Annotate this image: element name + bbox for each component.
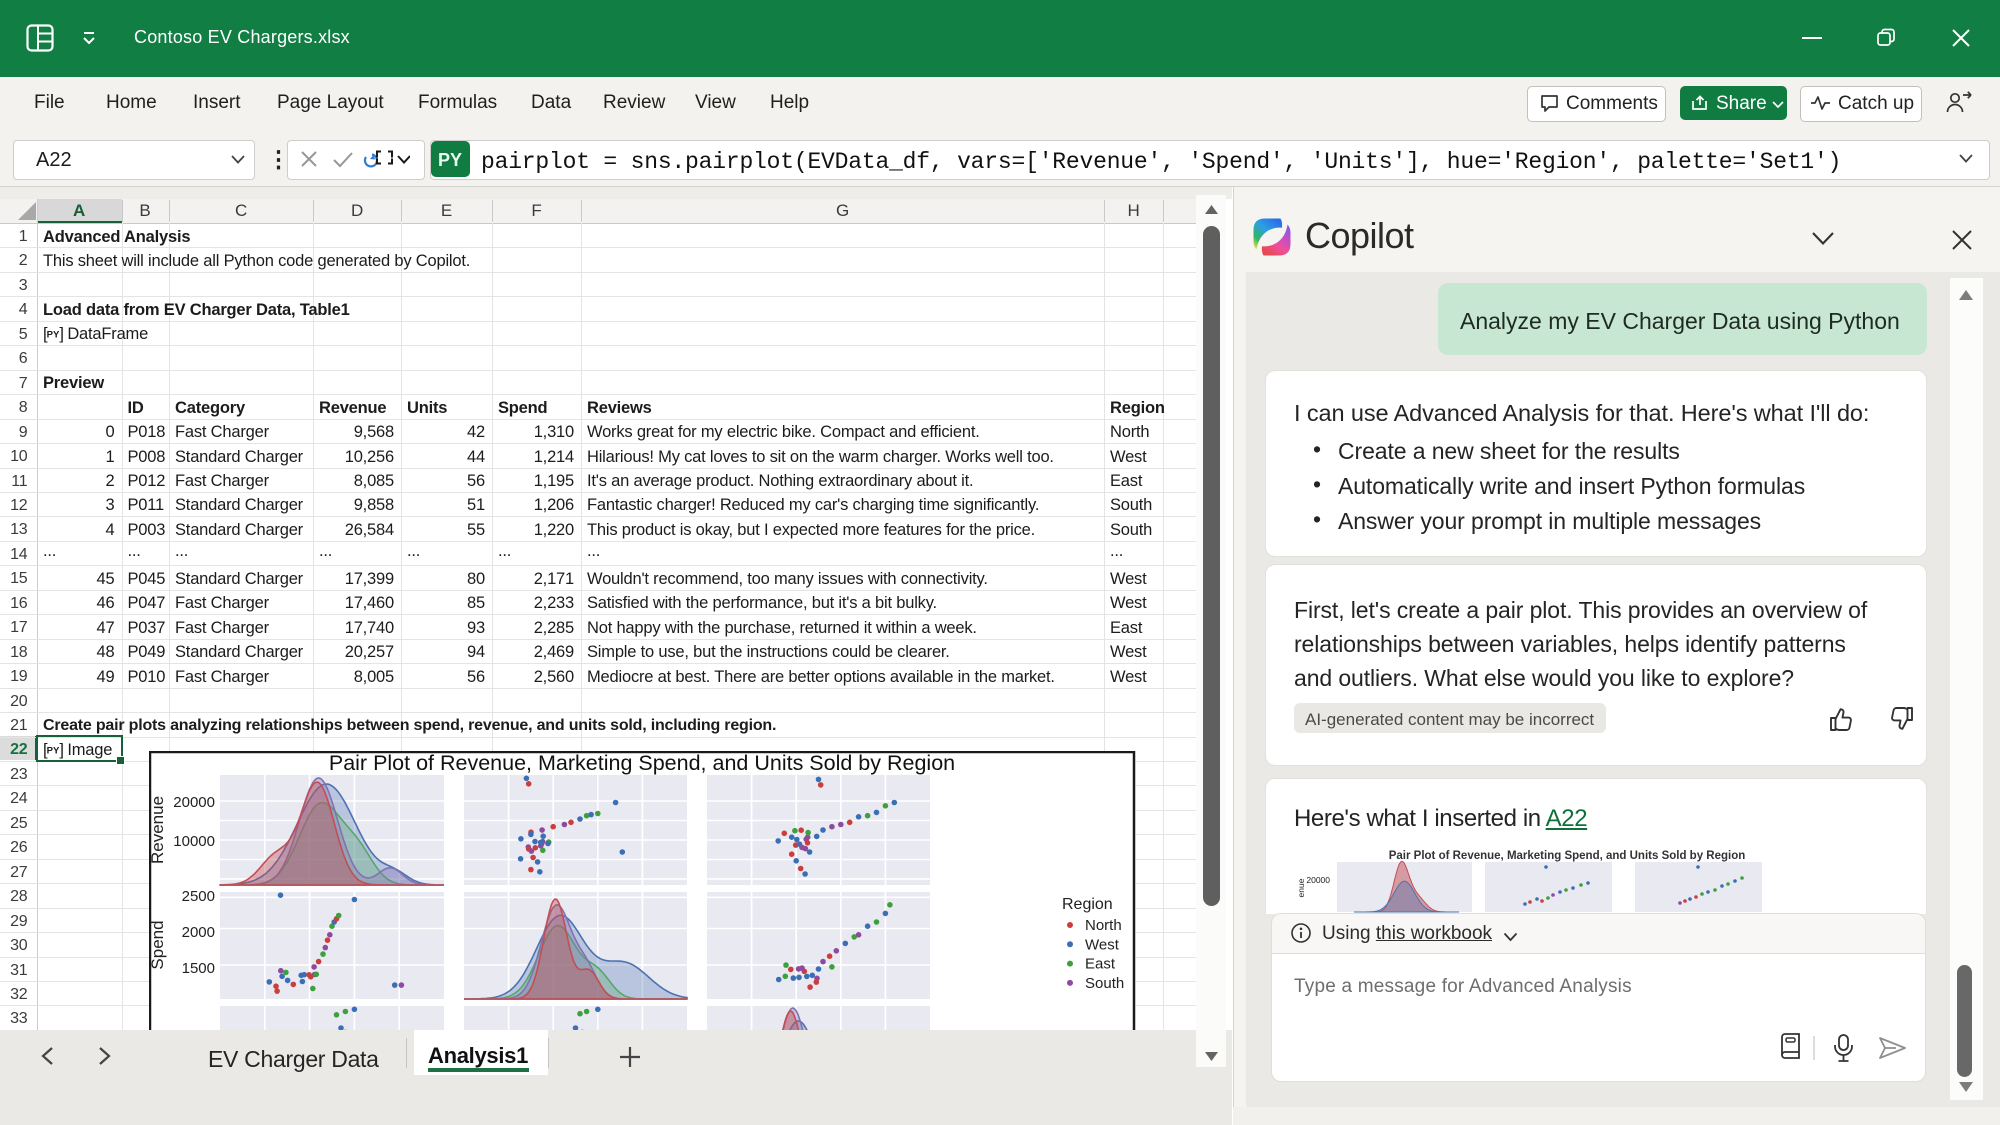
svg-text:Spend: Spend (149, 920, 167, 969)
svg-text:East: East (1085, 956, 1116, 973)
svg-text:West: West (1085, 936, 1120, 953)
svg-text:Pair Plot of Revenue, Marketin: Pair Plot of Revenue, Marketing Spend, a… (1389, 850, 1746, 862)
svg-text:2000: 2000 (182, 924, 215, 941)
svg-text:1500: 1500 (182, 960, 215, 977)
svg-text:Revenue: Revenue (149, 796, 167, 864)
svg-text:Region: Region (1062, 896, 1113, 913)
svg-text:20000: 20000 (1306, 875, 1330, 885)
svg-text:20000: 20000 (173, 794, 215, 811)
svg-text:enue: enue (1296, 878, 1306, 897)
svg-text:South: South (1085, 975, 1124, 992)
svg-text:Pair Plot of Revenue, Marketin: Pair Plot of Revenue, Marketing Spend, a… (329, 751, 955, 775)
svg-text:North: North (1085, 917, 1122, 934)
svg-text:2500: 2500 (182, 888, 215, 905)
svg-text:10000: 10000 (173, 833, 215, 850)
